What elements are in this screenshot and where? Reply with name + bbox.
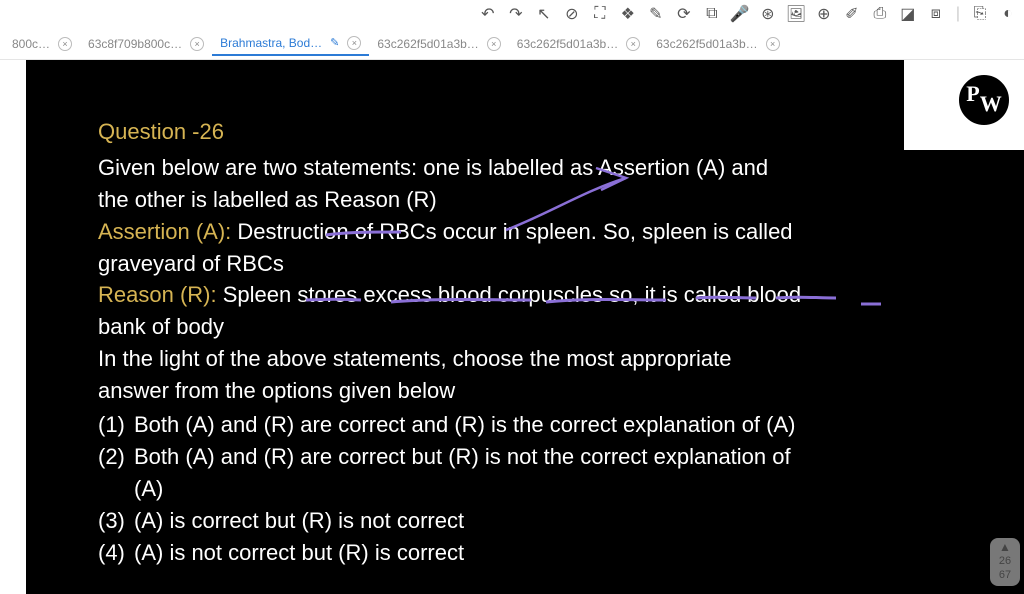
theme-icon[interactable]: ◐: [998, 5, 1018, 23]
page-total: 67: [999, 568, 1011, 582]
tab-label: 63c262f5d01a3b…: [656, 37, 757, 51]
tab-4[interactable]: 63c262f5d01a3b… ×: [509, 33, 648, 55]
tab-label: 800c…: [12, 37, 50, 51]
tab-label: 63c262f5d01a3b…: [377, 37, 478, 51]
option-number: (3): [98, 505, 134, 537]
globe-icon[interactable]: ⊕: [814, 4, 834, 24]
pw-logo: PW: [956, 72, 1012, 128]
tab-label: 63c262f5d01a3b…: [517, 37, 618, 51]
tab-edit-icon: ✎: [330, 36, 339, 49]
tab-close-icon[interactable]: ×: [190, 37, 204, 51]
tab-3[interactable]: 63c262f5d01a3b… ×: [369, 33, 508, 55]
tab-close-icon[interactable]: ×: [58, 37, 72, 51]
undo-icon[interactable]: ↶: [478, 4, 498, 24]
scroll-up-icon[interactable]: ▲: [999, 540, 1011, 554]
mic-icon[interactable]: 🎤: [730, 4, 750, 24]
page-current: 26: [999, 554, 1011, 568]
option-number: (2): [98, 441, 134, 473]
edit-icon[interactable]: ✐: [842, 4, 862, 24]
tab-1[interactable]: 63c8f709b800c… ×: [80, 33, 212, 55]
add-page-icon[interactable]: ⧈: [926, 5, 946, 23]
save-icon[interactable]: ⎘: [970, 5, 990, 23]
prompt-line1: In the light of the above statements, ch…: [98, 343, 974, 375]
pointer-icon[interactable]: ↖: [534, 4, 554, 24]
page-left-margin: [0, 60, 26, 594]
assertion-line1: Assertion (A): Destruction of RBCs occur…: [98, 216, 974, 248]
option-text: (A) is not correct but (R) is correct: [134, 537, 974, 569]
image-icon[interactable]: 🖼: [786, 4, 806, 24]
pw-logo-p: P: [966, 81, 979, 107]
reason-label: Reason (R):: [98, 282, 217, 307]
pw-logo-w: W: [980, 91, 1002, 117]
tab-close-icon[interactable]: ×: [487, 37, 501, 51]
reason-line2: bank of body: [98, 311, 974, 343]
page-scroll-widget[interactable]: ▲ 26 67: [990, 538, 1020, 586]
disable-icon[interactable]: ⊘: [562, 4, 582, 24]
options-list: (1)Both (A) and (R) are correct and (R) …: [98, 409, 974, 568]
option-number: (4): [98, 537, 134, 569]
contrast-icon[interactable]: ◪: [898, 4, 918, 24]
option-number: (1): [98, 409, 134, 441]
option-row[interactable]: (4)(A) is not correct but (R) is correct: [98, 537, 974, 569]
tab-5[interactable]: 63c262f5d01a3b… ×: [648, 33, 787, 55]
question-intro-line1: Given below are two statements: one is l…: [98, 152, 974, 184]
reason-line1: Reason (R): Spleen stores excess blood c…: [98, 279, 974, 311]
tab-close-icon[interactable]: ×: [766, 37, 780, 51]
option-row[interactable]: (2)Both (A) and (R) are correct but (R) …: [98, 441, 974, 473]
layers-icon[interactable]: ❖: [618, 4, 638, 24]
redo-icon[interactable]: ↷: [506, 4, 526, 24]
tab-label: 63c8f709b800c…: [88, 37, 182, 51]
assertion-label: Assertion (A):: [98, 219, 231, 244]
target-icon[interactable]: ⊛: [758, 4, 778, 24]
tab-close-icon[interactable]: ×: [347, 36, 361, 50]
reason-text-1: Spleen stores excess blood corpuscles so…: [217, 282, 802, 307]
assertion-text-1: Destruction of RBCs occur in spleen. So,…: [231, 219, 792, 244]
slide-content: Question -26 Given below are two stateme…: [26, 60, 1024, 594]
option-text: Both (A) and (R) are correct and (R) is …: [134, 409, 974, 441]
assertion-line2: graveyard of RBCs: [98, 248, 974, 280]
tab-2[interactable]: Brahmastra, Bod… ✎ ×: [212, 32, 369, 56]
tab-0[interactable]: 800c… ×: [4, 33, 80, 55]
question-intro-line2: the other is labelled as Reason (R): [98, 184, 974, 216]
option-text: Both (A) and (R) are correct but (R) is …: [134, 441, 974, 473]
option-text: (A) is correct but (R) is not correct: [134, 505, 974, 537]
export-icon[interactable]: ⎙: [870, 5, 890, 23]
option-text-cont: (A): [134, 473, 974, 505]
option-row[interactable]: (1)Both (A) and (R) are correct and (R) …: [98, 409, 974, 441]
toolbar-separator: |: [954, 5, 962, 23]
option-row[interactable]: (3)(A) is correct but (R) is not correct: [98, 505, 974, 537]
top-toolbar: ↶ ↷ ↖ ⊘ ⛶ ❖ ✎ ⟳ ⧉ 🎤 ⊛ 🖼 ⊕ ✐ ⎙ ◪ ⧈ | ⎘ ◐: [0, 0, 1024, 28]
tab-strip: 800c…×63c8f709b800c…×Brahmastra, Bod…✎×6…: [0, 28, 1024, 60]
expand-icon[interactable]: ⛶: [590, 5, 610, 23]
prompt-line2: answer from the options given below: [98, 375, 974, 407]
brand-badge-wrap: PW: [904, 60, 1024, 150]
tab-close-icon[interactable]: ×: [626, 37, 640, 51]
refresh-icon[interactable]: ⟳: [674, 4, 694, 24]
tab-label: Brahmastra, Bod…: [220, 36, 322, 50]
crop-icon[interactable]: ⧉: [702, 5, 722, 23]
question-title: Question -26: [98, 116, 974, 148]
option-row-cont: (A): [98, 473, 974, 505]
pen-icon[interactable]: ✎: [646, 4, 666, 24]
